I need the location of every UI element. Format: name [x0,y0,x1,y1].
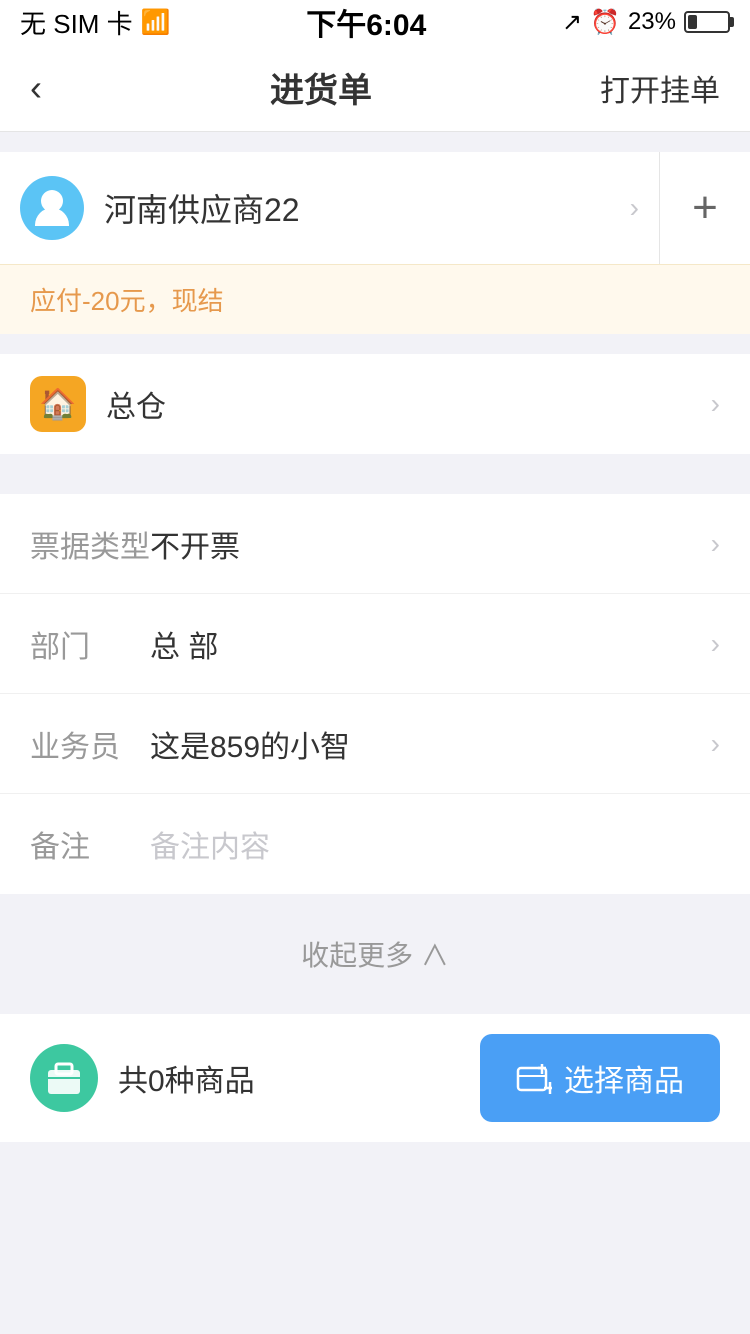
chevron-right-icon: › [630,192,639,224]
bottom-bar: 共0种商品 选择商品 [0,1014,750,1142]
collapse-label: 收起更多 ∧ [301,934,449,974]
supplier-add-button[interactable]: + [660,152,750,264]
battery-label: 23% [628,8,676,36]
salesperson-row[interactable]: 业务员 这是859的小智 › [0,694,750,794]
ticket-type-label: 票据类型 [30,522,150,566]
supplier-name: 河南供应商22 [104,185,620,231]
warehouse-chevron-icon: › [711,388,720,420]
person-icon [34,190,70,226]
collapse-button[interactable]: 收起更多 ∧ [0,914,750,994]
status-time: 下午6:04 [306,0,426,44]
notice-text: 应付-20元，现结 [30,286,224,316]
form-section: 票据类型 不开票 › 部门 总 部 › 业务员 这是859的小智 › 备注 备注… [0,494,750,894]
salesperson-chevron-icon: › [711,728,720,760]
page-title: 进货单 [270,63,372,112]
department-chevron-icon: › [711,628,720,660]
remark-label: 备注 [30,822,150,866]
back-button[interactable]: ‹ [30,67,42,109]
department-value: 总 部 [150,622,701,666]
ticket-type-chevron-icon: › [711,528,720,560]
supplier-section: 河南供应商22 › + [0,152,750,264]
wifi-icon: 📶 [141,8,171,37]
section-gap-2 [0,334,750,354]
salesperson-value: 这是859的小智 [150,722,701,766]
status-right: ↗ ⏰ 23% [562,8,730,37]
supplier-avatar [20,176,84,240]
salesperson-label: 业务员 [30,722,150,766]
ticket-type-value: 不开票 [150,522,701,566]
product-icon [44,1058,84,1098]
notice-bar: 应付-20元，现结 [0,264,750,334]
warehouse-row[interactable]: 🏠 总仓 › [0,354,750,454]
select-product-button[interactable]: 选择商品 [480,1034,720,1122]
open-pending-button[interactable]: 打开挂单 [600,66,720,110]
department-label: 部门 [30,622,150,666]
section-gap-1 [0,132,750,152]
ticket-type-row[interactable]: 票据类型 不开票 › [0,494,750,594]
product-icon-wrap [30,1044,98,1112]
battery-icon [684,11,730,33]
department-row[interactable]: 部门 总 部 › [0,594,750,694]
carrier-label: 无 SIM 卡 [20,4,133,41]
select-product-icon [516,1060,552,1096]
warehouse-name: 总仓 [106,382,701,426]
product-count-label: 共0种商品 [118,1056,480,1100]
section-gap-3 [0,454,750,474]
nav-bar: ‹ 进货单 打开挂单 [0,44,750,132]
warehouse-icon-wrap: 🏠 [30,376,86,432]
location-icon: ↗ [562,8,582,37]
supplier-select-button[interactable]: 河南供应商22 › [0,152,660,264]
remark-placeholder: 备注内容 [150,822,720,866]
status-bar: 无 SIM 卡 📶 下午6:04 ↗ ⏰ 23% [0,0,750,44]
alarm-icon: ⏰ [590,8,620,37]
warehouse-icon: 🏠 [39,387,76,422]
status-left: 无 SIM 卡 📶 [20,4,171,41]
remark-row[interactable]: 备注 备注内容 [0,794,750,894]
select-product-label: 选择商品 [564,1056,684,1100]
